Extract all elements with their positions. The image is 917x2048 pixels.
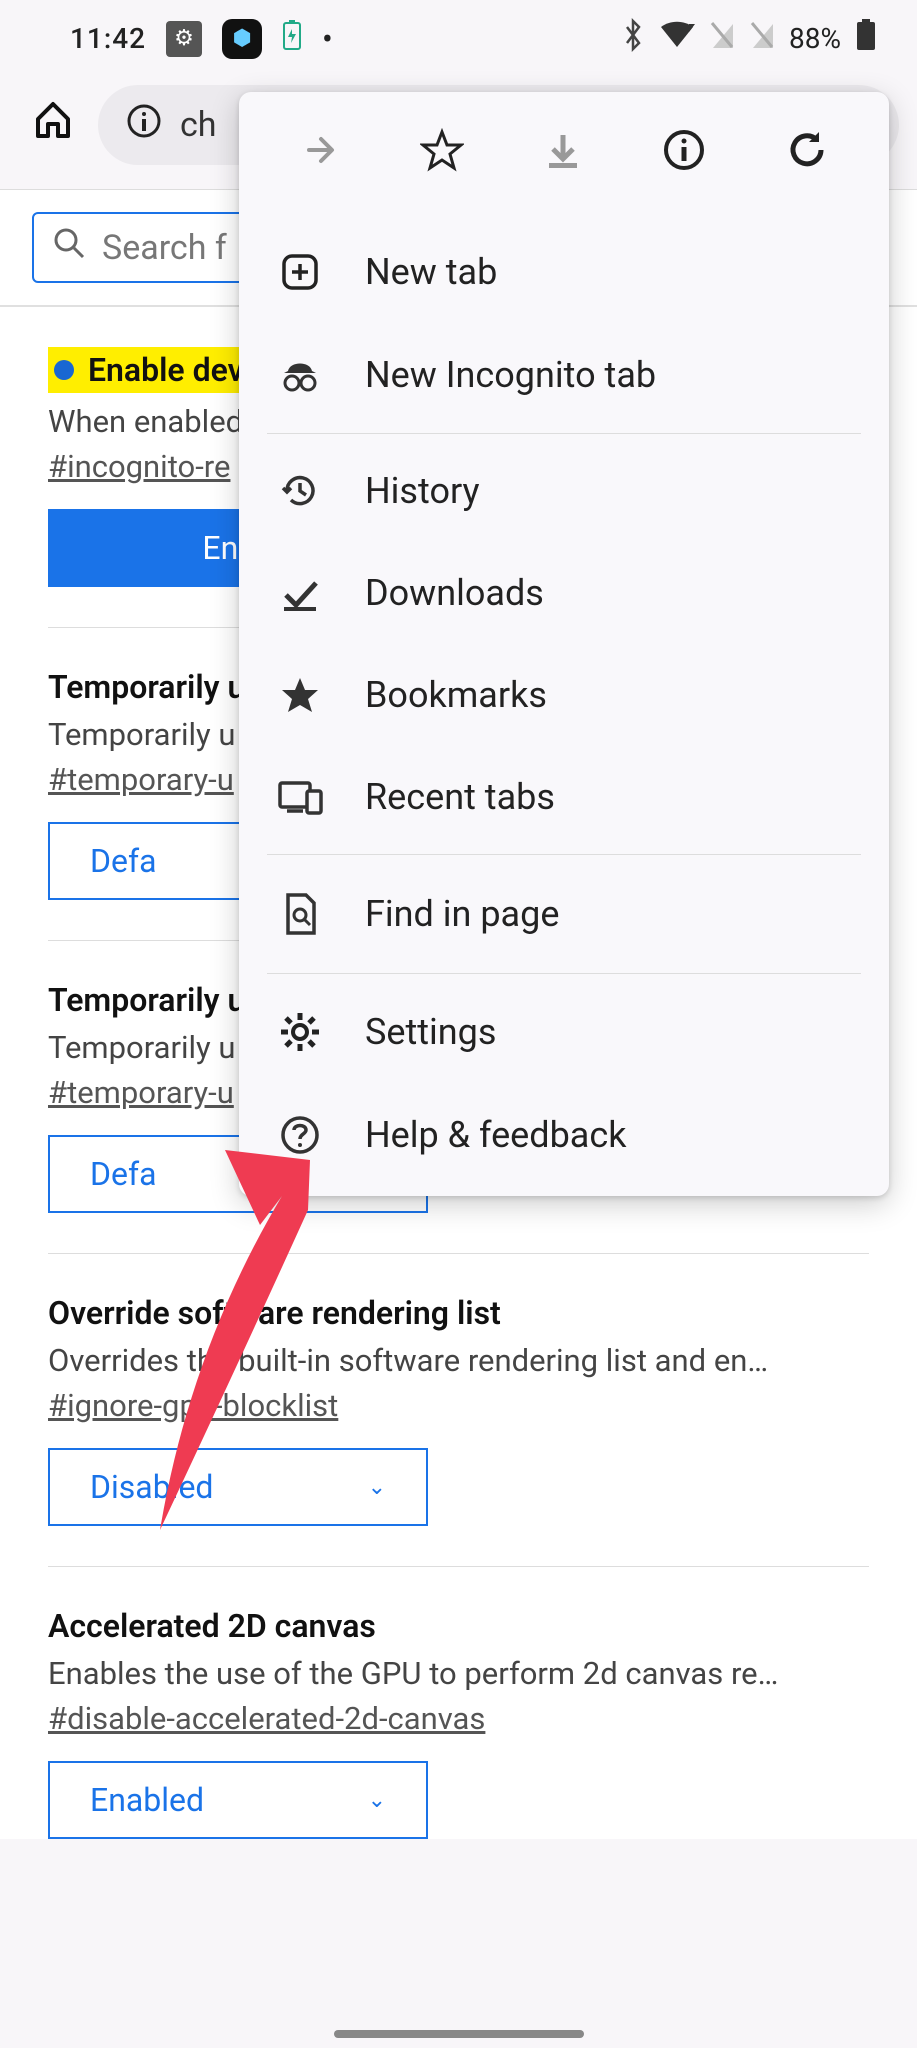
search-placeholder: Search f	[102, 228, 227, 268]
star-filled-icon	[275, 674, 325, 716]
menu-recent-tabs[interactable]: Recent tabs	[239, 746, 889, 848]
flag-hash[interactable]: #disable-accelerated-2d-canvas	[48, 1700, 485, 1737]
bluetooth-icon	[621, 18, 645, 59]
sim-off-icon-2	[749, 20, 775, 57]
menu-settings[interactable]: Settings	[239, 980, 889, 1084]
menu-label: History	[365, 470, 480, 512]
battery-percent: 88%	[789, 22, 841, 55]
flag-dropdown[interactable]: Enabled⌄	[48, 1761, 428, 1839]
menu-label: Help & feedback	[365, 1114, 626, 1156]
menu-label: Settings	[365, 1011, 496, 1053]
help-icon	[275, 1114, 325, 1156]
star-icon[interactable]	[420, 128, 464, 184]
status-right: 88%	[621, 18, 877, 59]
menu-label: Recent tabs	[365, 776, 555, 818]
menu-find-in-page[interactable]: Find in page	[239, 861, 889, 967]
flag-hash[interactable]: #incognito-re	[48, 448, 230, 485]
game-app-icon: ⬢	[222, 19, 262, 59]
battery-charging-icon	[282, 19, 302, 58]
menu-separator	[267, 973, 861, 974]
flag-item: Override software rendering list Overrid…	[48, 1254, 869, 1567]
menu-new-tab[interactable]: New tab	[239, 221, 889, 323]
flag-description: Enables the use of the GPU to perform 2d…	[48, 1655, 869, 1692]
menu-bookmarks[interactable]: Bookmarks	[239, 644, 889, 746]
menu-downloads[interactable]: Downloads	[239, 542, 889, 644]
info-icon	[126, 102, 162, 149]
gear-icon	[275, 1010, 325, 1054]
chevron-down-icon: ⌄	[368, 1475, 386, 1500]
flag-hash[interactable]: #temporary-u	[48, 761, 234, 798]
menu-label: New tab	[365, 251, 497, 293]
menu-label: New Incognito tab	[365, 354, 656, 396]
download-icon[interactable]	[543, 129, 583, 183]
menu-separator	[267, 854, 861, 855]
menu-history[interactable]: History	[239, 440, 889, 542]
menu-top-actions	[239, 92, 889, 221]
menu-label: Downloads	[365, 572, 544, 614]
settings-app-icon: ⚙	[166, 21, 202, 57]
plus-box-icon	[275, 251, 325, 293]
gesture-bar	[334, 2030, 584, 2038]
forward-icon[interactable]	[299, 129, 341, 183]
menu-help[interactable]: Help & feedback	[239, 1084, 889, 1196]
sim-off-icon-1	[709, 20, 735, 57]
status-left: 11:42 ⚙ ⬢ •	[70, 19, 333, 59]
modified-dot-icon	[54, 360, 74, 380]
page-info-icon[interactable]	[662, 128, 706, 184]
search-icon	[52, 226, 86, 269]
url-text: ch	[180, 105, 217, 145]
battery-icon	[855, 18, 877, 59]
incognito-icon	[275, 353, 325, 397]
devices-icon	[275, 777, 325, 817]
flag-title: Accelerated 2D canvas	[48, 1607, 869, 1645]
menu-label: Bookmarks	[365, 674, 547, 716]
chevron-down-icon: ⌄	[368, 1788, 386, 1813]
menu-label: Find in page	[365, 893, 559, 935]
overflow-menu: New tab New Incognito tab History Downlo…	[239, 92, 889, 1196]
home-icon[interactable]	[30, 96, 76, 154]
flag-item: Accelerated 2D canvas Enables the use of…	[48, 1567, 869, 1839]
menu-separator	[267, 433, 861, 434]
checkmark-icon	[275, 573, 325, 613]
wifi-icon	[659, 21, 695, 56]
flag-dropdown[interactable]: Disabled⌄	[48, 1448, 428, 1526]
status-bar: 11:42 ⚙ ⬢ • 88%	[0, 0, 917, 77]
history-icon	[275, 470, 325, 512]
flag-title: Override software rendering list	[48, 1294, 869, 1332]
reload-icon[interactable]	[785, 128, 829, 184]
flag-hash[interactable]: #temporary-u	[48, 1074, 234, 1111]
menu-incognito[interactable]: New Incognito tab	[239, 323, 889, 427]
clock: 11:42	[70, 22, 146, 55]
flag-hash[interactable]: #ignore-gpu-blocklist	[48, 1387, 338, 1424]
find-icon	[275, 891, 325, 937]
more-notifications-dot: •	[322, 20, 333, 58]
flag-description: Overrides the built-in software renderin…	[48, 1342, 869, 1379]
